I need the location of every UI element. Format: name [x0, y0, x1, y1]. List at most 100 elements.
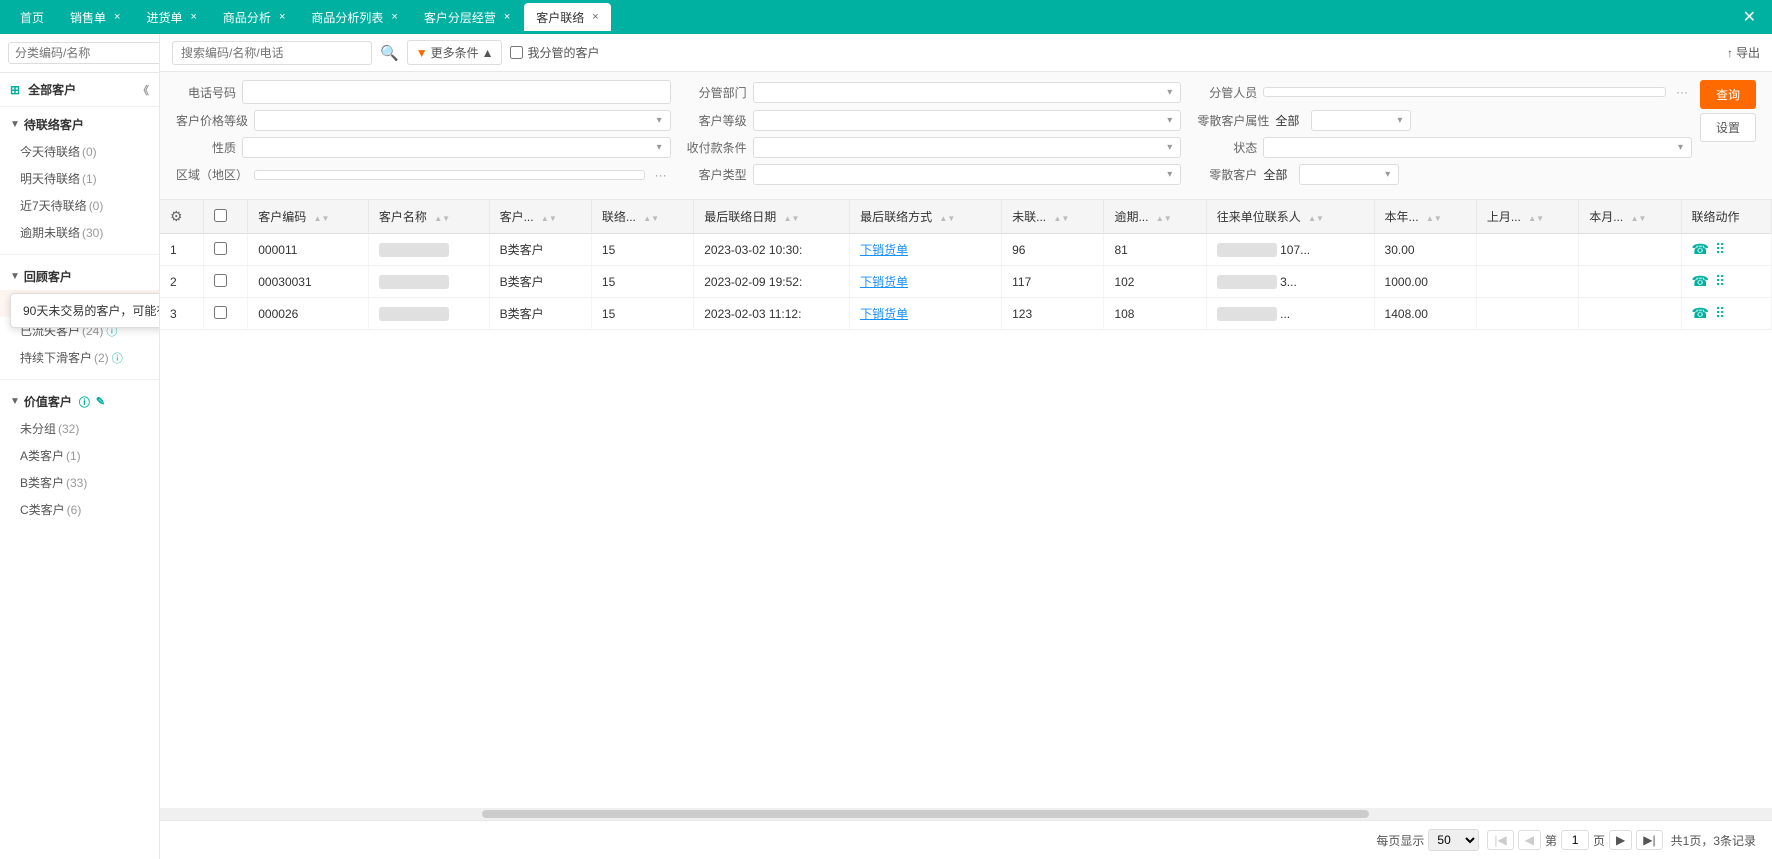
cell-last-method[interactable]: 下销货单	[850, 266, 1002, 298]
select-all-checkbox[interactable]	[214, 209, 227, 222]
filter-region-input[interactable]	[254, 170, 645, 180]
cell-last-method[interactable]: 下销货单	[850, 234, 1002, 266]
col-overdue[interactable]: 逾期... ▲▼	[1104, 200, 1206, 234]
sidebar-item-declining[interactable]: 持续下滑客户 (2) ⓘ	[0, 344, 159, 371]
prev-page-btn[interactable]: ◀	[1518, 830, 1541, 850]
col-last-date[interactable]: 最后联络日期 ▲▼	[694, 200, 850, 234]
sidebar-group-header-value[interactable]: ▼ 价值客户 ⓘ ✎	[0, 388, 159, 415]
filter-customer-type-select[interactable]: ▾	[753, 164, 1182, 185]
col-code[interactable]: 客户编码 ▲▼	[248, 200, 369, 234]
collapse-icon[interactable]: 《	[138, 82, 149, 98]
sort-icon-contact-person[interactable]: ▲▼	[1308, 214, 1324, 223]
sort-icon-this-month[interactable]: ▲▼	[1631, 214, 1647, 223]
first-page-btn[interactable]: |◀	[1487, 830, 1513, 850]
tab-customer-contact[interactable]: 客户联络 ×	[524, 3, 610, 31]
more-action-icon[interactable]: ⠿	[1715, 305, 1725, 322]
contact-action-icon[interactable]: ☎	[1692, 305, 1709, 322]
cell-last-method[interactable]: 下销货单	[850, 298, 1002, 330]
cell-checkbox[interactable]	[203, 234, 247, 266]
sidebar-search-input[interactable]	[8, 42, 160, 64]
tab-close-purchase[interactable]: ×	[190, 11, 196, 23]
sidebar-item-a-class[interactable]: A类客户 (1)	[0, 442, 159, 469]
sidebar-item-ungroup[interactable]: 未分组 (32)	[0, 415, 159, 442]
info-icon-value[interactable]: ⓘ	[79, 394, 90, 410]
sort-icon-last-method[interactable]: ▲▼	[939, 214, 955, 223]
filter-zero-attr-select[interactable]: ▾	[1311, 110, 1411, 131]
info-icon-declining[interactable]: ⓘ	[112, 350, 123, 366]
col-name[interactable]: 客户名称 ▲▼	[368, 200, 489, 234]
sort-icon-this-year[interactable]: ▲▼	[1426, 214, 1442, 223]
next-page-btn[interactable]: ▶	[1609, 830, 1632, 850]
tab-close-product-analysis[interactable]: ×	[279, 11, 285, 23]
col-last-month[interactable]: 上月... ▲▼	[1476, 200, 1578, 234]
filter-region-dots[interactable]: ···	[651, 168, 671, 182]
sidebar-group-header-review[interactable]: ▼ 回顾客户	[0, 263, 159, 290]
sidebar-item-overdue-contact[interactable]: 逾期未联络 (30)	[0, 219, 159, 246]
filter-nature-select[interactable]: ▾	[242, 137, 671, 158]
edit-icon-value[interactable]: ✎	[96, 395, 105, 408]
filter-zero-customer-select[interactable]: ▾	[1299, 164, 1399, 185]
sort-icon-last-month[interactable]: ▲▼	[1528, 214, 1544, 223]
filter-person-select[interactable]	[1263, 87, 1666, 97]
col-last-method[interactable]: 最后联络方式 ▲▼	[850, 200, 1002, 234]
sort-icon-code[interactable]: ▲▼	[314, 214, 330, 223]
window-close-btn[interactable]: ✕	[1735, 7, 1764, 27]
cell-checkbox[interactable]	[203, 298, 247, 330]
export-btn[interactable]: ↑ 导出	[1727, 44, 1760, 61]
filter-dept-select[interactable]: ▾	[753, 82, 1182, 103]
tab-close-customer-contact[interactable]: ×	[592, 11, 598, 23]
column-settings-btn[interactable]: ⚙	[170, 208, 183, 225]
scrollbar-thumb[interactable]	[482, 810, 1369, 818]
filter-price-level-select[interactable]: ▾	[254, 110, 671, 131]
per-page-select-input[interactable]: 50 100 200	[1428, 829, 1479, 851]
my-customers-checkbox[interactable]: 我分管的客户	[510, 44, 599, 61]
tab-close-customer-tier[interactable]: ×	[504, 11, 510, 23]
col-unloved[interactable]: 未联... ▲▼	[1002, 200, 1104, 234]
sidebar-item-b-class[interactable]: B类客户 (33)	[0, 469, 159, 496]
last-page-btn[interactable]: ▶|	[1636, 830, 1662, 850]
sidebar-item-tomorrow-contact[interactable]: 明天待联络 (1)	[0, 165, 159, 192]
tab-close-sales[interactable]: ×	[114, 11, 120, 23]
sidebar-item-7day-contact[interactable]: 近7天待联络 (0)	[0, 192, 159, 219]
tab-product-list[interactable]: 商品分析列表 ×	[299, 3, 409, 31]
filter-payment-select[interactable]: ▾	[753, 137, 1182, 158]
tab-sales[interactable]: 销售单 ×	[58, 3, 132, 31]
contact-action-icon[interactable]: ☎	[1692, 273, 1709, 290]
horizontal-scrollbar[interactable]	[160, 808, 1772, 820]
filter-customer-level-select[interactable]: ▾	[753, 110, 1182, 131]
tab-customer-tier[interactable]: 客户分层经营 ×	[412, 3, 522, 31]
col-this-month[interactable]: 本月... ▲▼	[1579, 200, 1681, 234]
filter-phone-input[interactable]	[242, 80, 671, 104]
sort-icon-last-date[interactable]: ▲▼	[784, 214, 800, 223]
sidebar-all-customers[interactable]: ⊞ 全部客户 《	[0, 73, 159, 107]
sort-icon-type[interactable]: ▲▼	[541, 214, 557, 223]
tab-product-analysis[interactable]: 商品分析 ×	[211, 3, 297, 31]
more-action-icon[interactable]: ⠿	[1715, 241, 1725, 258]
tab-purchase[interactable]: 进货单 ×	[134, 3, 208, 31]
sidebar-item-today-contact[interactable]: 今天待联络 (0)	[0, 138, 159, 165]
top-search-icon[interactable]: 🔍	[380, 44, 399, 62]
more-action-icon[interactable]: ⠿	[1715, 273, 1725, 290]
tab-close-product-list[interactable]: ×	[391, 11, 397, 23]
tab-home[interactable]: 首页	[8, 3, 56, 31]
sort-icon-contact[interactable]: ▲▼	[643, 214, 659, 223]
col-contact-count[interactable]: 联络... ▲▼	[591, 200, 693, 234]
my-customers-check-input[interactable]	[510, 46, 523, 59]
more-conditions-btn[interactable]: ▼ 更多条件 ▲	[407, 40, 503, 65]
col-this-year[interactable]: 本年... ▲▼	[1374, 200, 1476, 234]
filter-person-dots[interactable]: ···	[1672, 85, 1692, 99]
col-contact-person[interactable]: 往来单位联系人 ▲▼	[1206, 200, 1374, 234]
col-type[interactable]: 客户... ▲▼	[489, 200, 591, 234]
cell-checkbox[interactable]	[203, 266, 247, 298]
settings-button[interactable]: 设置	[1700, 113, 1756, 142]
sort-icon-unloved[interactable]: ▲▼	[1053, 214, 1069, 223]
top-search-input[interactable]	[172, 41, 372, 65]
contact-action-icon[interactable]: ☎	[1692, 241, 1709, 258]
query-button[interactable]: 查询	[1700, 80, 1756, 109]
sidebar-item-c-class[interactable]: C类客户 (6)	[0, 496, 159, 523]
sort-icon-overdue[interactable]: ▲▼	[1156, 214, 1172, 223]
sidebar-group-header-pending[interactable]: ▼ 待联络客户	[0, 111, 159, 138]
filter-status-select[interactable]: ▾	[1263, 137, 1692, 158]
current-page-input[interactable]: 1	[1561, 830, 1589, 850]
sort-icon-name[interactable]: ▲▼	[434, 214, 450, 223]
